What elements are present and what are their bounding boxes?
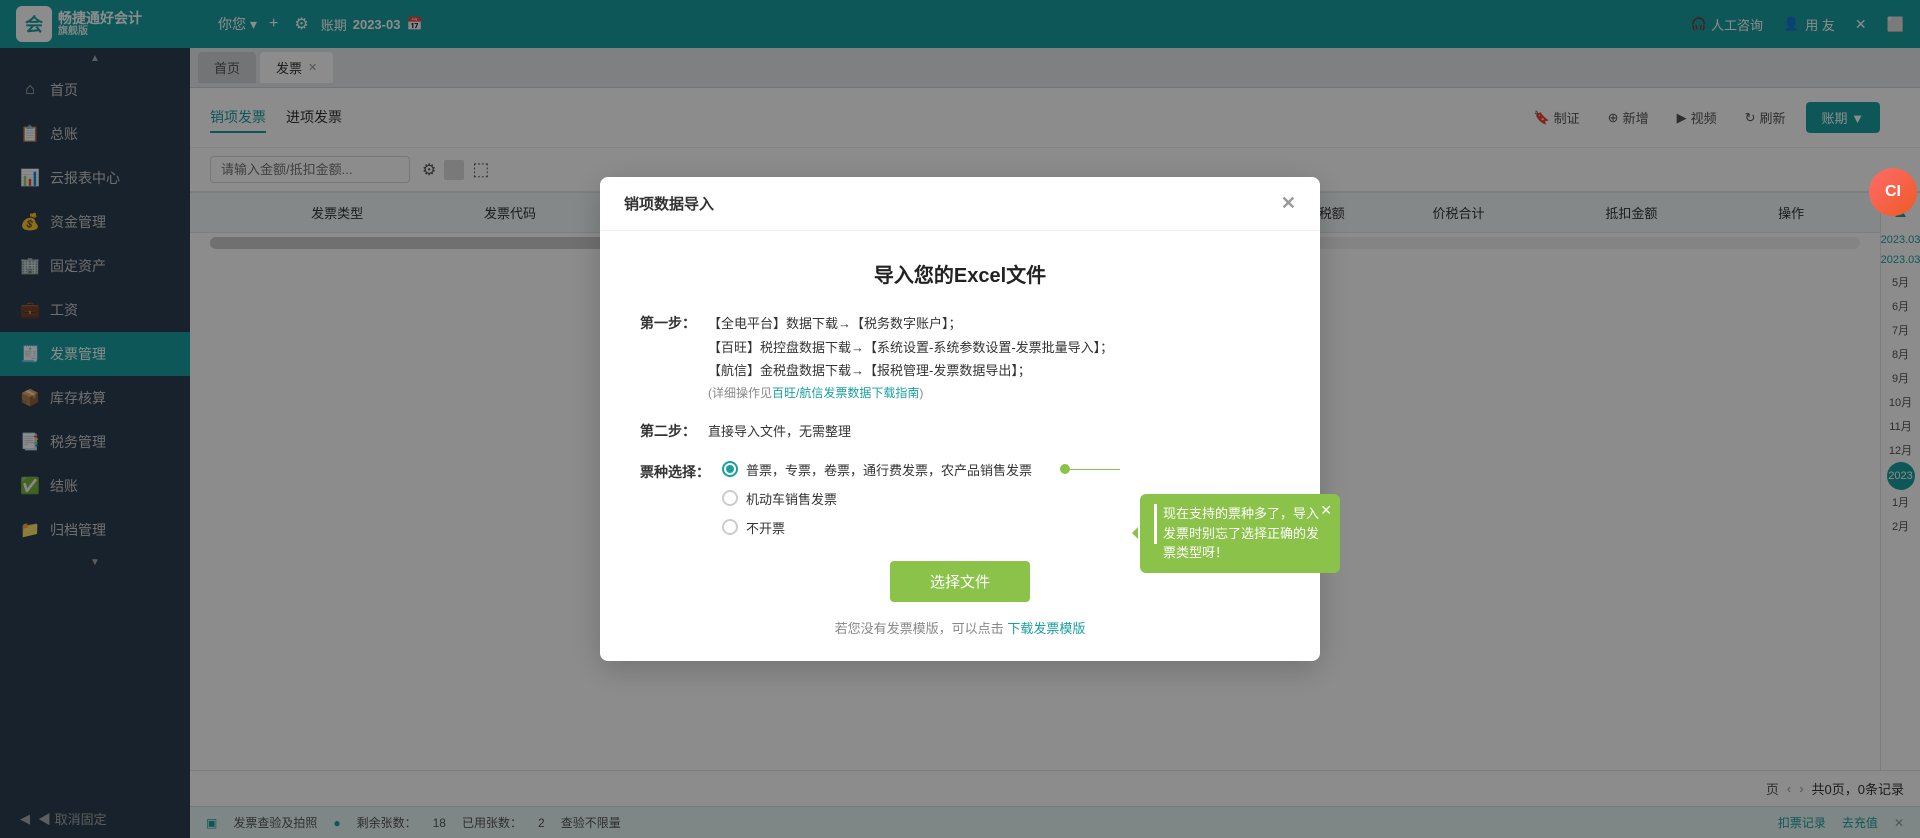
- modal-footer: 若您没有发票模版，可以点击 下载发票模版: [640, 618, 1280, 637]
- step1-label: 第一步：: [640, 313, 696, 333]
- tooltip-dot: [1060, 464, 1070, 474]
- ticket-option-no-ticket[interactable]: 不开票: [722, 518, 1120, 537]
- step1-row: 第一步： 【全电平台】数据下载→【税务数字账户】； 【百旺】税控盘数据下载→【系…: [640, 312, 1280, 404]
- step1-note: (详细操作见百旺/航信发票数据下载指南): [708, 383, 1113, 405]
- radio-vehicle[interactable]: [722, 490, 738, 506]
- tooltip-bubble: 现在支持的票种多了，导入发票时别忘了选择正确的发票类型呀！ ✕: [1140, 494, 1340, 573]
- modal-close-btn[interactable]: ✕: [1281, 193, 1296, 214]
- step2-content: 直接导入文件，无需整理: [708, 420, 851, 443]
- ci-initials: CI: [1869, 168, 1917, 216]
- ticket-option-normal[interactable]: 普票，专票，卷票，通行费发票，农产品销售发票 现在支持的票种多了，导入发票时别忘…: [722, 460, 1120, 479]
- tooltip-connector-line: [1070, 469, 1120, 470]
- import-modal: 销项数据导入 ✕ 导入您的Excel文件 第一步： 【全电平台】数据下载→【税务…: [600, 177, 1320, 660]
- tooltip-area: 现在支持的票种多了，导入发票时别忘了选择正确的发票类型呀！ ✕: [1060, 464, 1120, 474]
- step1-line-2: 【百旺】税控盘数据下载→【系统设置-系统参数设置-发票批量导入】；: [708, 336, 1113, 359]
- radio-no-ticket[interactable]: [722, 519, 738, 535]
- user-ci-avatar: CI: [1869, 168, 1917, 216]
- select-file-btn[interactable]: 选择文件: [890, 561, 1030, 602]
- radio-normal[interactable]: [722, 461, 738, 477]
- ticket-label: 票种选择：: [640, 462, 710, 482]
- ticket-option-vehicle[interactable]: 机动车销售发票: [722, 489, 1120, 508]
- step1-line-1: 【全电平台】数据下载→【税务数字账户】；: [708, 312, 1113, 335]
- modal-body-title: 导入您的Excel文件: [640, 259, 1280, 288]
- tooltip-text: 现在支持的票种多了，导入发票时别忘了选择正确的发票类型呀！: [1163, 506, 1319, 560]
- ticket-vehicle-label: 机动车销售发票: [746, 489, 837, 508]
- step2-label: 第二步：: [640, 421, 696, 441]
- modal-header: 销项数据导入 ✕: [600, 177, 1320, 231]
- modal-body: 导入您的Excel文件 第一步： 【全电平台】数据下载→【税务数字账户】； 【百…: [600, 231, 1320, 660]
- step1-link[interactable]: 百旺/航信发票数据下载指南: [772, 386, 919, 400]
- ticket-no-ticket-label: 不开票: [746, 518, 785, 537]
- ticket-options: 普票，专票，卷票，通行费发票，农产品销售发票 现在支持的票种多了，导入发票时别忘…: [722, 460, 1120, 537]
- ticket-select-row: 票种选择： 普票，专票，卷票，通行费发票，农产品销售发票 现在支持的票种多了，导: [640, 460, 1280, 537]
- modal-title: 销项数据导入: [624, 193, 714, 214]
- step1-line-3: 【航信】金税盘数据下载→【报税管理-发票数据导出】；: [708, 359, 1113, 382]
- download-template-link[interactable]: 下载发票模版: [1007, 621, 1085, 636]
- tooltip-bar: [1154, 504, 1157, 544]
- tooltip-close-btn[interactable]: ✕: [1320, 500, 1332, 521]
- step1-content: 【全电平台】数据下载→【税务数字账户】； 【百旺】税控盘数据下载→【系统设置-系…: [708, 312, 1113, 404]
- modal-overlay: 销项数据导入 ✕ 导入您的Excel文件 第一步： 【全电平台】数据下载→【税务…: [0, 0, 1920, 838]
- step2-row: 第二步： 直接导入文件，无需整理: [640, 420, 1280, 443]
- ticket-normal-label: 普票，专票，卷票，通行费发票，农产品销售发票: [746, 460, 1032, 479]
